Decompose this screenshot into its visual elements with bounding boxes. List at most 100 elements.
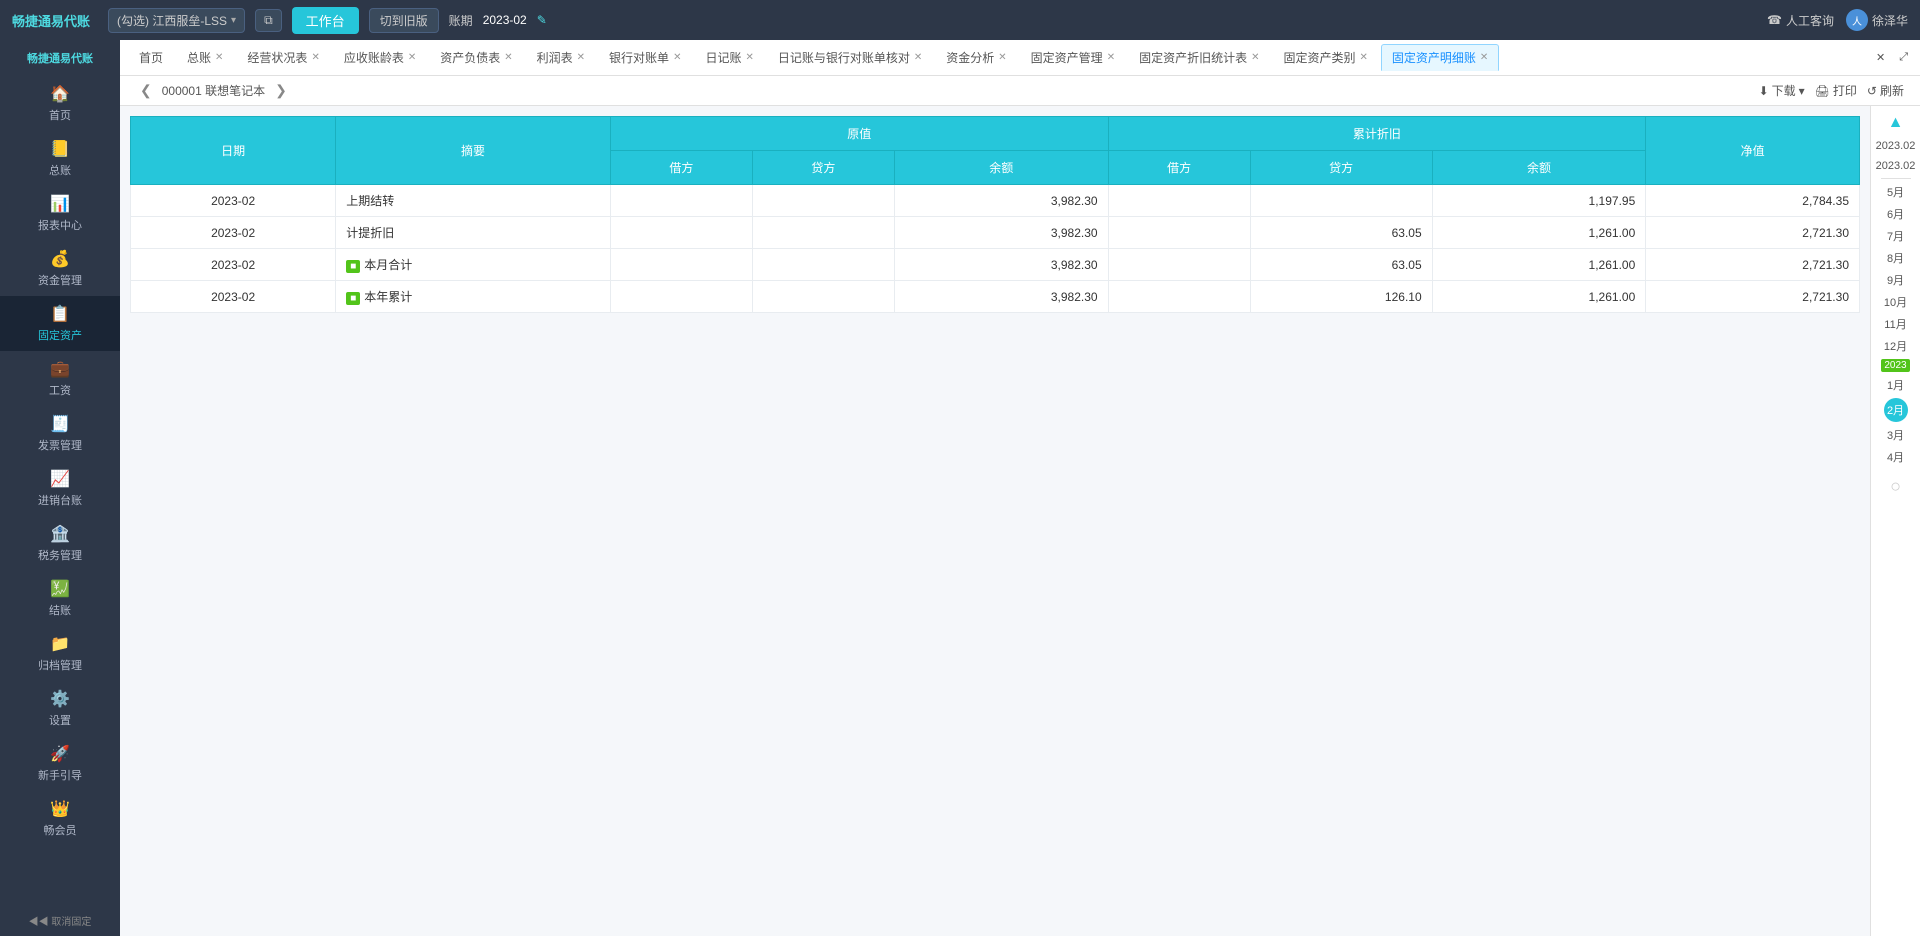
sidebar-item-settings[interactable]: ⚙️ 设置 xyxy=(0,681,120,736)
download-button[interactable]: ⬇ 下载 ▾ xyxy=(1759,82,1805,99)
tab-business-status-label: 经营状况表 xyxy=(247,49,307,66)
panel-date-1: 2023.02 xyxy=(1871,136,1920,156)
maximize-button[interactable]: ⤢ xyxy=(1895,49,1912,66)
tab-asset-detail-close[interactable]: ✕ xyxy=(1480,52,1488,63)
tab-business-status-close[interactable]: ✕ xyxy=(311,52,319,63)
asset-detail-table: 日期 摘要 原值 累计折旧 净值 借方 贷方 余额 xyxy=(130,116,1860,313)
tab-receivable-aging-close[interactable]: ✕ xyxy=(408,52,416,63)
sidebar-item-sales[interactable]: 📈 进销台账 xyxy=(0,461,120,516)
tab-asset-category-label: 固定资产类别 xyxy=(1283,49,1355,66)
table-row: 2023-02 上期结转 3,982.30 1,197.95 2,784.35 xyxy=(131,185,1860,217)
tab-fixed-assets-mgmt-close[interactable]: ✕ xyxy=(1107,52,1115,63)
panel-month-4[interactable]: 4月 xyxy=(1871,446,1920,468)
tab-bank-statement[interactable]: 银行对账单 ✕ xyxy=(598,44,692,71)
tab-depreciation-stats[interactable]: 固定资产折旧统计表 ✕ xyxy=(1128,44,1270,71)
tab-asset-category-close[interactable]: ✕ xyxy=(1360,52,1368,63)
row3-net: 2,721.30 xyxy=(1646,249,1860,281)
company-selector[interactable]: (勾选) 江西服垒-LSS ▾ xyxy=(108,8,245,33)
row3-dep-credit: 63.05 xyxy=(1250,249,1432,281)
sidebar-item-home[interactable]: 🏠 首页 xyxy=(0,76,120,131)
col-dep-debit: 借方 xyxy=(1108,151,1250,185)
sidebar-item-member[interactable]: 👑 畅会员 xyxy=(0,791,120,846)
panel-month-9[interactable]: 9月 xyxy=(1871,269,1920,291)
copy-button[interactable]: ⧉ xyxy=(255,9,282,32)
row1-dep-debit xyxy=(1108,185,1250,217)
tab-journal-bank-reconcile-label: 日记账与银行对账单核对 xyxy=(778,49,910,66)
user-menu[interactable]: 人 徐泽华 xyxy=(1846,9,1908,31)
up-arrow-icon[interactable]: ▲ xyxy=(1884,110,1908,136)
panel-month-1[interactable]: 1月 xyxy=(1871,374,1920,396)
guide-icon: 🚀 xyxy=(50,744,70,764)
print-button[interactable]: 🖨 打印 xyxy=(1815,82,1857,99)
row4-orig-credit xyxy=(752,281,894,313)
panel-month-3[interactable]: 3月 xyxy=(1871,424,1920,446)
col-dep-balance: 余额 xyxy=(1432,151,1646,185)
tab-depreciation-stats-close[interactable]: ✕ xyxy=(1251,52,1259,63)
panel-month-11[interactable]: 11月 xyxy=(1871,313,1920,335)
sidebar-item-ledger[interactable]: 📒 总账 xyxy=(0,131,120,186)
sidebar-item-salary[interactable]: 💼 工资 xyxy=(0,351,120,406)
sidebar-item-fixed-assets[interactable]: 📋 固定资产 xyxy=(0,296,120,351)
sidebar-item-archive[interactable]: 📁 归档管理 xyxy=(0,626,120,681)
sidebar-label-fixed-assets: 固定资产 xyxy=(38,327,82,343)
tab-journal-bank-reconcile[interactable]: 日记账与银行对账单核对 ✕ xyxy=(767,44,933,71)
refresh-button[interactable]: ↺ 刷新 xyxy=(1867,82,1904,99)
panel-month-12[interactable]: 12月 xyxy=(1871,335,1920,357)
sales-icon: 📈 xyxy=(50,469,70,489)
tab-profit[interactable]: 利润表 ✕ xyxy=(526,44,596,71)
panel-month-8[interactable]: 8月 xyxy=(1871,247,1920,269)
ledger-icon: 📒 xyxy=(50,139,70,159)
sidebar-item-settle[interactable]: 💹 结账 xyxy=(0,571,120,626)
panel-month-5[interactable]: 5月 xyxy=(1871,181,1920,203)
tab-business-status[interactable]: 经营状况表 ✕ xyxy=(236,44,330,71)
unpin-sidebar-button[interactable]: ◀◀ 取消固定 xyxy=(0,905,120,936)
row2-orig-balance: 3,982.30 xyxy=(894,217,1108,249)
tab-asset-category[interactable]: 固定资产类别 ✕ xyxy=(1272,44,1378,71)
circle-icon[interactable]: ○ xyxy=(1886,472,1905,501)
switch-old-button[interactable]: 切到旧版 xyxy=(369,8,439,33)
support-button[interactable]: ☎ 人工客询 xyxy=(1767,12,1834,29)
edit-period-icon[interactable]: ✎ xyxy=(537,13,547,27)
active-month-container: 2月 xyxy=(1884,398,1908,422)
tab-journal-close[interactable]: ✕ xyxy=(745,52,753,63)
row2-dep-balance: 1,261.00 xyxy=(1432,217,1646,249)
sidebar-item-guide[interactable]: 🚀 新手引导 xyxy=(0,736,120,791)
sidebar-label-settings: 设置 xyxy=(49,712,71,728)
panel-month-2-active[interactable]: 2月 xyxy=(1884,398,1908,422)
tab-balance-sheet[interactable]: 资产负债表 ✕ xyxy=(429,44,523,71)
row4-date: 2023-02 xyxy=(131,281,336,313)
row1-dep-balance: 1,197.95 xyxy=(1432,185,1646,217)
sidebar-item-reports[interactable]: 📊 报表中心 xyxy=(0,186,120,241)
tab-balance-sheet-close[interactable]: ✕ xyxy=(504,52,512,63)
tab-fund-analysis[interactable]: 资金分析 ✕ xyxy=(935,44,1017,71)
row2-summary: 计提折旧 xyxy=(336,217,611,249)
breadcrumb-bar: ❮ 000001 联想笔记本 ❯ ⬇ 下载 ▾ 🖨 打印 ↺ 刷新 xyxy=(120,76,1920,106)
tab-asset-detail[interactable]: 固定资产明细账 ✕ xyxy=(1381,44,1499,71)
tab-profit-close[interactable]: ✕ xyxy=(577,52,585,63)
panel-month-7[interactable]: 7月 xyxy=(1871,225,1920,247)
panel-month-6[interactable]: 6月 xyxy=(1871,203,1920,225)
tab-ledger[interactable]: 总账 ✕ xyxy=(176,44,234,71)
row3-orig-balance: 3,982.30 xyxy=(894,249,1108,281)
tab-bank-statement-close[interactable]: ✕ xyxy=(673,52,681,63)
tab-receivable-aging[interactable]: 应收账龄表 ✕ xyxy=(333,44,427,71)
sidebar-item-tax[interactable]: 🏦 税务管理 xyxy=(0,516,120,571)
row4-net: 2,721.30 xyxy=(1646,281,1860,313)
archive-icon: 📁 xyxy=(50,634,70,654)
tab-journal-bank-reconcile-close[interactable]: ✕ xyxy=(914,52,922,63)
reports-icon: 📊 xyxy=(50,194,70,214)
panel-month-10[interactable]: 10月 xyxy=(1871,291,1920,313)
next-asset-button[interactable]: ❯ xyxy=(271,82,291,99)
close-all-tabs-button[interactable]: ✕ xyxy=(1872,49,1889,66)
table-row: 2023-02 ■本年累计 3,982.30 126.10 1 xyxy=(131,281,1860,313)
settings-icon: ⚙️ xyxy=(50,689,70,709)
sidebar-item-invoice[interactable]: 🧾 发票管理 xyxy=(0,406,120,461)
workbench-button[interactable]: 工作台 xyxy=(292,7,359,34)
prev-asset-button[interactable]: ❮ xyxy=(136,82,156,99)
tab-home[interactable]: 首页 xyxy=(128,44,174,71)
tab-ledger-close[interactable]: ✕ xyxy=(215,52,223,63)
sidebar-item-funds[interactable]: 💰 资金管理 xyxy=(0,241,120,296)
tab-fixed-assets-mgmt[interactable]: 固定资产管理 ✕ xyxy=(1020,44,1126,71)
tab-journal[interactable]: 日记账 ✕ xyxy=(694,44,764,71)
tab-fund-analysis-close[interactable]: ✕ xyxy=(998,52,1006,63)
